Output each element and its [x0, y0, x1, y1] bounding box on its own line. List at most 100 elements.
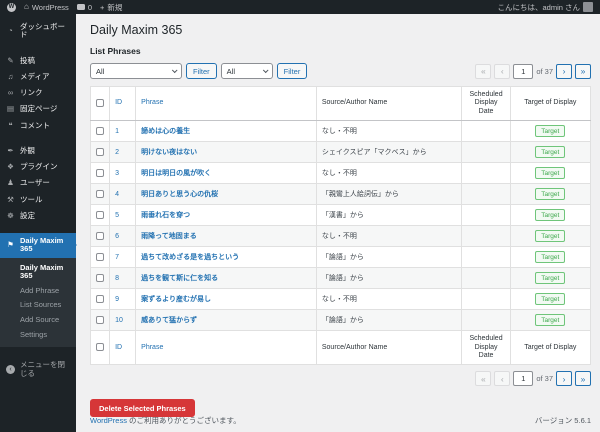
section-subtitle: List Phrases [90, 46, 141, 56]
next-page-button[interactable]: › [556, 371, 572, 387]
comments-indicator[interactable]: 0 [76, 3, 92, 12]
table-row: 7 過ちて改めざる是を過ちという 「論語」から Target [89, 246, 592, 269]
sidebar-item-comments[interactable]: ❝ コメント [0, 118, 76, 134]
target-button[interactable]: Target [535, 272, 566, 285]
row-id-link[interactable]: 6 [115, 233, 119, 240]
row-checkbox[interactable] [96, 169, 104, 178]
phrase-link[interactable]: 案ずるより産むが易し [141, 296, 211, 303]
collapse-menu-label: メニューを閉じる [20, 360, 65, 378]
row-checkbox[interactable] [96, 295, 104, 304]
select-all-checkbox[interactable] [96, 98, 104, 107]
target-button[interactable]: Target [535, 314, 566, 327]
sidebar-item-pages[interactable]: ▤ 固定ページ [0, 101, 76, 117]
row-checkbox[interactable] [96, 148, 104, 157]
select-all-checkbox[interactable] [96, 343, 104, 352]
row-id-link[interactable]: 4 [115, 191, 119, 198]
sidebar-item-settings[interactable]: ☸ 設定 [0, 208, 76, 224]
chevron-down-icon [262, 67, 269, 74]
first-page-button[interactable]: « [475, 371, 492, 387]
source-cell: なし・不明 [315, 225, 463, 248]
sidebar-subitem-daily-maxim-365[interactable]: Daily Maxim 365 [0, 261, 76, 284]
sidebar-item-label: 投稿 [20, 55, 35, 65]
filter-select-1[interactable]: All [90, 63, 182, 79]
page-title: Daily Maxim 365 [90, 23, 183, 37]
phrase-link[interactable]: 過ちて改めざる是を過ちという [141, 254, 239, 261]
first-page-button[interactable]: « [475, 63, 492, 79]
sidebar-item-appearance[interactable]: ✒ 外観 [0, 143, 76, 159]
phrase-link[interactable]: 明日は明日の風が吹く [141, 170, 211, 177]
filter-button-2[interactable]: Filter [276, 63, 308, 79]
row-checkbox[interactable] [96, 190, 104, 199]
wordpress-footer-link[interactable]: WordPress [90, 416, 127, 425]
sidebar-item-links[interactable]: ∞ リンク [0, 85, 76, 101]
phrase-link[interactable]: 雨降って地固まる [141, 233, 197, 240]
scheduled-date-cell [461, 246, 511, 269]
column-header-target: Target of Display [509, 85, 592, 122]
row-id-link[interactable]: 5 [115, 212, 119, 219]
current-page-input[interactable] [513, 63, 534, 79]
sidebar-subitem-add-source[interactable]: Add Source [0, 313, 76, 328]
sidebar-item-plugins[interactable]: ❖ プラグイン [0, 159, 76, 175]
my-account-menu[interactable]: こんにちは、admin さん [497, 2, 593, 13]
sidebar-item-tools[interactable]: ⚒ ツール [0, 192, 76, 208]
target-button[interactable]: Target [535, 251, 566, 264]
sidebar-subitem-settings[interactable]: Settings [0, 328, 76, 343]
row-id-link[interactable]: 10 [115, 317, 123, 324]
target-button[interactable]: Target [535, 230, 566, 243]
row-checkbox[interactable] [96, 274, 104, 283]
column-header-phrase[interactable]: Phrase [141, 344, 163, 351]
target-button[interactable]: Target [535, 167, 566, 180]
row-id-link[interactable]: 9 [115, 296, 119, 303]
sidebar-item-users[interactable]: ♟ ユーザー [0, 175, 76, 191]
new-content-menu[interactable]: + 新規 [100, 2, 122, 13]
row-id-link[interactable]: 3 [115, 170, 119, 177]
wordpress-logo-menu[interactable]: W [7, 2, 16, 12]
column-header-id[interactable]: ID [115, 99, 122, 106]
target-button[interactable]: Target [535, 146, 566, 159]
last-page-button[interactable]: » [575, 371, 591, 387]
row-checkbox[interactable] [96, 232, 104, 241]
row-id-link[interactable]: 7 [115, 254, 119, 261]
phrase-link[interactable]: 明日ありと思う心の仇桜 [141, 191, 218, 198]
column-header-scheduled: Scheduled Display Date [461, 85, 511, 122]
row-id-link[interactable]: 2 [115, 149, 119, 156]
prev-page-button[interactable]: ‹ [494, 371, 511, 387]
filter-select-2[interactable]: All [220, 63, 273, 79]
prev-page-button[interactable]: ‹ [494, 63, 511, 79]
last-page-button[interactable]: » [575, 63, 591, 79]
row-checkbox[interactable] [96, 253, 104, 262]
chevron-down-icon [171, 67, 178, 74]
sidebar-item-media[interactable]: ♫ メディア [0, 69, 76, 85]
phrase-link[interactable]: 威ありて猛からず [141, 317, 197, 324]
sidebar-item-posts[interactable]: ✎ 投稿 [0, 53, 76, 69]
column-header-phrase[interactable]: Phrase [141, 99, 163, 106]
collapse-menu-button[interactable]: ‹ メニューを閉じる [0, 357, 76, 382]
flag-icon: ⚑ [7, 240, 14, 250]
footer-version: バージョン 5.6.1 [534, 416, 591, 425]
comment-icon: ❝ [8, 120, 13, 130]
phrase-link[interactable]: 過ちを観て斯に仁を知る [141, 275, 218, 282]
row-id-link[interactable]: 1 [115, 128, 119, 135]
target-button[interactable]: Target [535, 209, 566, 222]
scheduled-date-cell [461, 141, 511, 164]
next-page-button[interactable]: › [556, 63, 572, 79]
sidebar-subitem-list-sources[interactable]: List Sources [0, 298, 76, 313]
sidebar-item-label: ダッシュボード [20, 22, 65, 40]
site-name-link[interactable]: ⌂ WordPress [24, 3, 69, 12]
phrase-link[interactable]: 明けない夜はない [141, 149, 197, 156]
phrase-link[interactable]: 諦めは心の養生 [141, 128, 190, 135]
target-button[interactable]: Target [535, 293, 566, 306]
target-button[interactable]: Target [535, 188, 566, 201]
sidebar-item-daily-maxim-365[interactable]: ⚑ Daily Maxim 365 [0, 233, 76, 258]
row-checkbox[interactable] [96, 127, 104, 136]
target-button[interactable]: Target [535, 125, 566, 138]
sidebar-item-dashboard[interactable]: ◔ ダッシュボード [0, 19, 76, 44]
column-header-id[interactable]: ID [115, 344, 122, 351]
phrase-link[interactable]: 雨垂れ石を穿つ [141, 212, 190, 219]
row-checkbox[interactable] [96, 211, 104, 220]
sidebar-subitem-add-phrase[interactable]: Add Phrase [0, 284, 76, 299]
row-checkbox[interactable] [96, 316, 104, 325]
current-page-input[interactable] [513, 371, 534, 387]
filter-button-1[interactable]: Filter [186, 63, 217, 79]
row-id-link[interactable]: 8 [115, 275, 119, 282]
